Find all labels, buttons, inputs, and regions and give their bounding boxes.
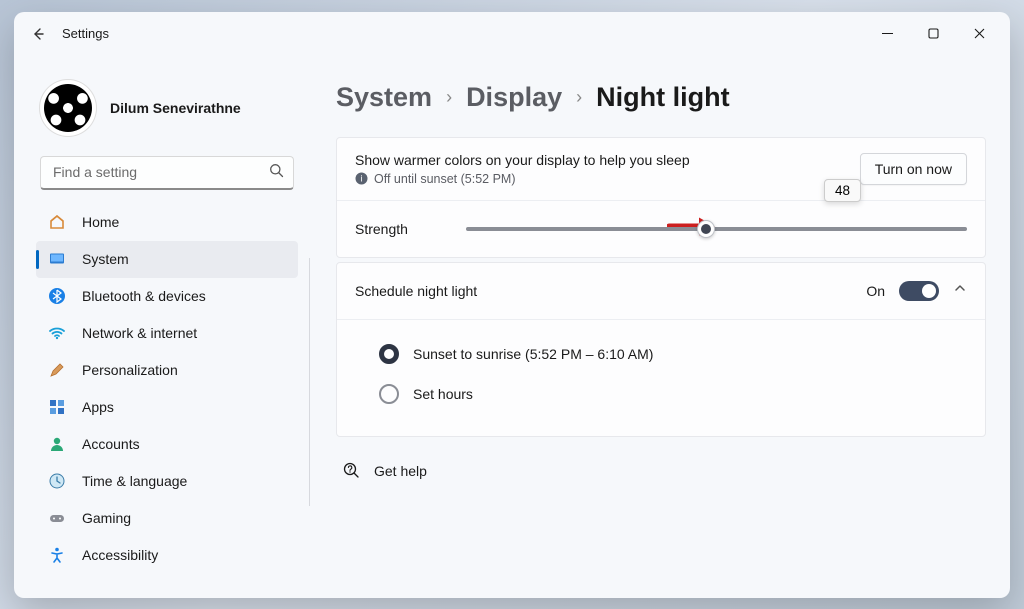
accessibility-icon xyxy=(48,546,66,564)
nightlight-card: Show warmer colors on your display to he… xyxy=(336,137,986,258)
maximize-button[interactable] xyxy=(910,18,956,50)
sidebar-item-label: Gaming xyxy=(82,510,131,526)
radio-icon xyxy=(379,344,399,364)
sidebar-item-label: Home xyxy=(82,214,119,230)
window-title: Settings xyxy=(62,26,109,41)
radio-icon xyxy=(379,384,399,404)
turn-on-button[interactable]: Turn on now xyxy=(860,153,967,185)
gamepad-icon xyxy=(48,509,66,527)
strength-tooltip: 48 xyxy=(824,179,861,202)
nav: Home System Bluetooth & devices Network … xyxy=(36,204,298,574)
sidebar-item-time[interactable]: Time & language xyxy=(36,463,298,500)
option-sunset[interactable]: Sunset to sunrise (5:52 PM – 6:10 AM) xyxy=(379,334,967,374)
system-icon xyxy=(48,250,66,268)
sidebar-item-label: Accessibility xyxy=(82,547,158,563)
sidebar-item-accessibility[interactable]: Accessibility xyxy=(36,537,298,574)
sidebar: Dilum Senevirathne Home System xyxy=(14,56,310,598)
get-help-link[interactable]: Get help xyxy=(336,441,986,502)
avatar xyxy=(40,80,96,136)
paintbrush-icon xyxy=(48,361,66,379)
sidebar-item-label: Apps xyxy=(82,399,114,415)
bluetooth-icon xyxy=(48,287,66,305)
clock-icon xyxy=(48,472,66,490)
person-icon xyxy=(48,435,66,453)
option-set-hours[interactable]: Set hours xyxy=(379,374,967,414)
divider xyxy=(309,258,310,506)
profile[interactable]: Dilum Senevirathne xyxy=(36,72,298,156)
main: System › Display › Night light Show warm… xyxy=(310,56,1010,598)
close-button[interactable] xyxy=(956,18,1002,50)
help-label: Get help xyxy=(374,463,427,479)
breadcrumb: System › Display › Night light xyxy=(336,82,986,113)
breadcrumb-display[interactable]: Display xyxy=(466,82,562,113)
chevron-right-icon: › xyxy=(576,87,582,108)
schedule-options: Sunset to sunrise (5:52 PM – 6:10 AM) Se… xyxy=(337,319,985,436)
breadcrumb-current: Night light xyxy=(596,82,729,113)
strength-label: Strength xyxy=(355,221,408,237)
sidebar-item-system[interactable]: System xyxy=(36,241,298,278)
search-box xyxy=(40,156,294,190)
minimize-button[interactable] xyxy=(864,18,910,50)
search-icon xyxy=(269,163,284,183)
sidebar-item-bluetooth[interactable]: Bluetooth & devices xyxy=(36,278,298,315)
sidebar-item-personalization[interactable]: Personalization xyxy=(36,352,298,389)
strength-slider[interactable] xyxy=(466,227,967,231)
back-button[interactable] xyxy=(30,26,46,42)
home-icon xyxy=(48,213,66,231)
sidebar-item-label: Network & internet xyxy=(82,325,197,341)
option-label: Sunset to sunrise (5:52 PM – 6:10 AM) xyxy=(413,346,653,362)
card-header: Show warmer colors on your display to he… xyxy=(337,138,985,200)
search-input[interactable] xyxy=(40,156,294,190)
schedule-card: Schedule night light On Sunset to sunris… xyxy=(336,262,986,437)
sidebar-item-label: Personalization xyxy=(82,362,178,378)
wifi-icon xyxy=(48,324,66,342)
apps-icon xyxy=(48,398,66,416)
sidebar-item-home[interactable]: Home xyxy=(36,204,298,241)
sidebar-item-label: Bluetooth & devices xyxy=(82,288,206,304)
help-icon xyxy=(342,461,360,482)
svg-text:i: i xyxy=(361,174,363,184)
chevron-right-icon: › xyxy=(446,87,452,108)
titlebar: Settings xyxy=(14,12,1010,56)
sidebar-item-label: Time & language xyxy=(82,473,187,489)
info-icon: i xyxy=(355,172,368,185)
settings-window: Settings Dilum Senevirathne Ho xyxy=(14,12,1010,598)
nightlight-description: Show warmer colors on your display to he… xyxy=(355,152,860,168)
schedule-toggle[interactable] xyxy=(899,281,939,301)
sidebar-item-label: System xyxy=(82,251,129,267)
content: Dilum Senevirathne Home System xyxy=(14,56,1010,598)
strength-row: 48 Strength xyxy=(337,200,985,257)
sidebar-item-apps[interactable]: Apps xyxy=(36,389,298,426)
schedule-state: On xyxy=(866,283,885,299)
sidebar-item-gaming[interactable]: Gaming xyxy=(36,500,298,537)
schedule-label: Schedule night light xyxy=(355,283,852,299)
profile-name: Dilum Senevirathne xyxy=(110,100,241,116)
schedule-header[interactable]: Schedule night light On xyxy=(337,263,985,319)
sidebar-item-network[interactable]: Network & internet xyxy=(36,315,298,352)
option-label: Set hours xyxy=(413,386,473,402)
chevron-up-icon[interactable] xyxy=(953,281,967,300)
nightlight-status: i Off until sunset (5:52 PM) xyxy=(355,172,860,186)
sidebar-item-accounts[interactable]: Accounts xyxy=(36,426,298,463)
breadcrumb-system[interactable]: System xyxy=(336,82,432,113)
sidebar-item-label: Accounts xyxy=(82,436,140,452)
